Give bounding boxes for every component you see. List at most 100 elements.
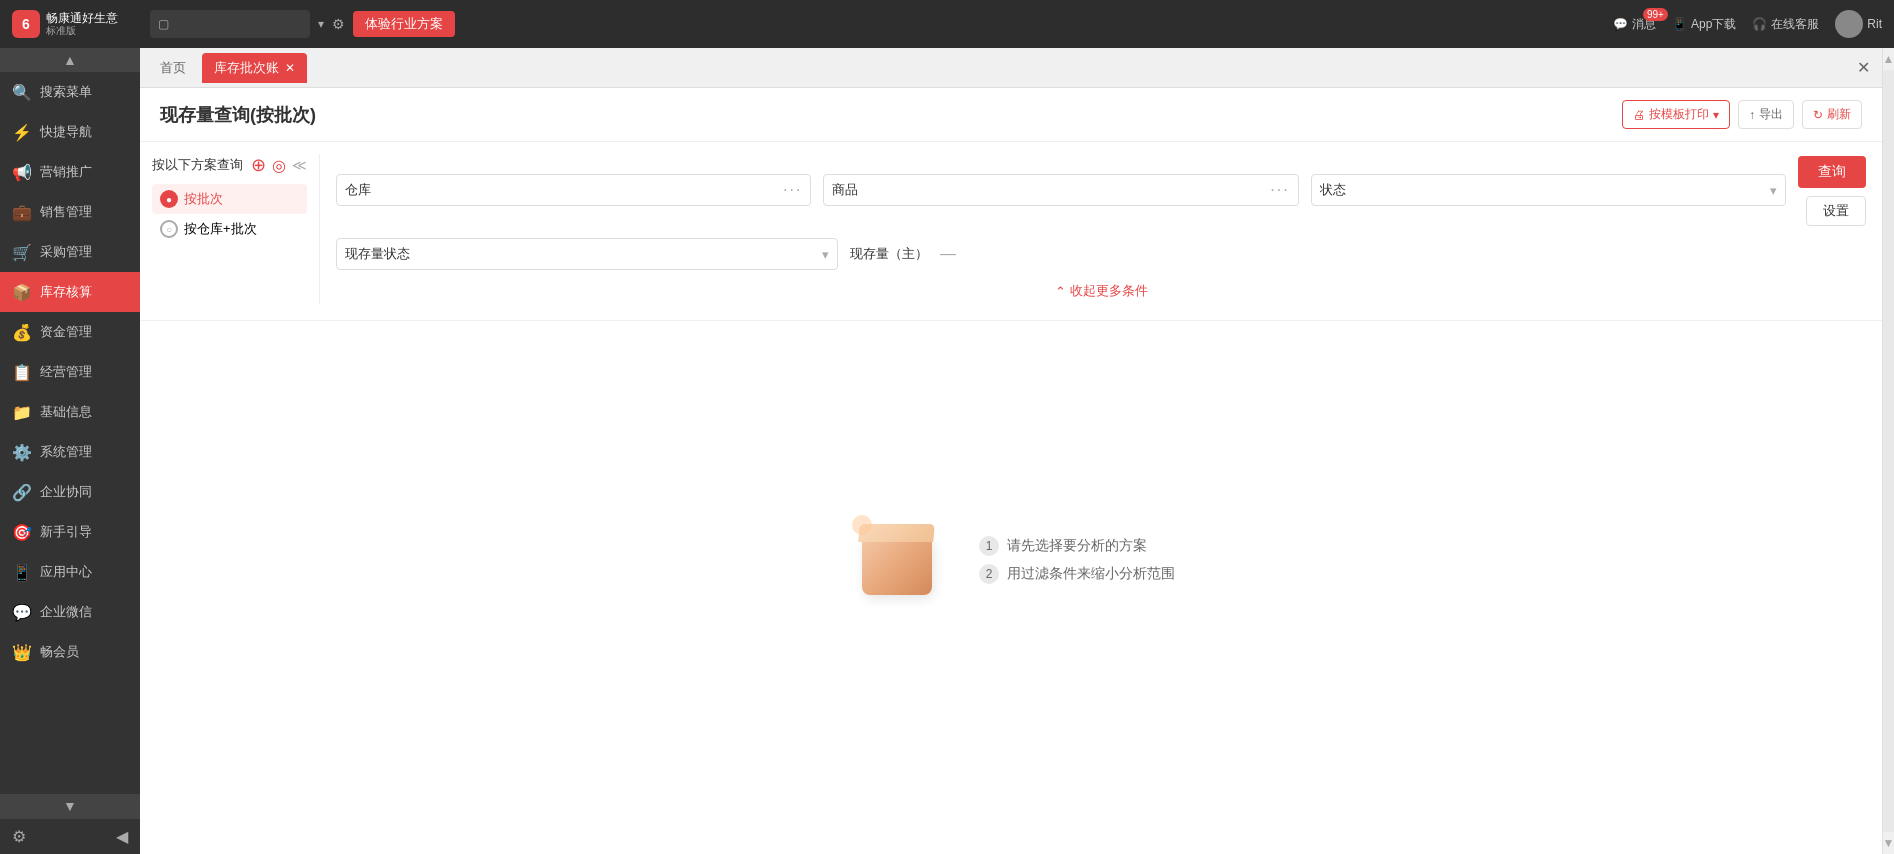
- online-service-btn[interactable]: 🎧 在线客服: [1752, 16, 1819, 33]
- collapse-label: 收起更多条件: [1070, 282, 1148, 300]
- scheme-add-btn[interactable]: ⊕: [251, 154, 266, 176]
- print-icon: 🖨: [1633, 108, 1645, 122]
- sidebar-item-system[interactable]: ⚙️ 系统管理: [0, 432, 140, 472]
- sidebar-item-sales[interactable]: 💼 销售管理: [0, 192, 140, 232]
- sidebar-item-purchase[interactable]: 🛒 采购管理: [0, 232, 140, 272]
- marketing-icon: 📢: [12, 162, 32, 182]
- sidebar-settings-icon[interactable]: ⚙: [12, 827, 26, 846]
- scrollbar-track[interactable]: [1883, 70, 1894, 832]
- vip-icon: 👑: [12, 642, 32, 662]
- filter-row-1: 仓库 ··· 商品 ··· 状态: [336, 154, 1866, 226]
- scheme-item-warehouse-batch[interactable]: ○ 按仓库+批次: [152, 214, 307, 244]
- empty-state: 1 请先选择要分析的方案 2 用过滤条件来缩小分析范围: [140, 325, 1882, 854]
- tab-bar-right: ✕: [1853, 54, 1874, 81]
- scheme-panel-header: 按以下方案查询 ⊕ ◎ ≪: [152, 154, 307, 176]
- empty-step-2-text: 用过滤条件来缩小分析范围: [1007, 565, 1175, 583]
- page-title: 现存量查询(按批次): [160, 103, 316, 127]
- user-name: Rit: [1867, 17, 1882, 31]
- wechat-icon: 💬: [12, 602, 32, 622]
- product-filter-group: 商品 ···: [823, 174, 1298, 206]
- sidebar-item-search[interactable]: 🔍 搜索菜单: [0, 72, 140, 112]
- sidebar-label-system: 系统管理: [40, 443, 92, 461]
- sidebar-item-marketing[interactable]: 📢 营销推广: [0, 152, 140, 192]
- logo-text: 畅康通好生意 标准版: [46, 11, 118, 37]
- sidebar-item-wechat[interactable]: 💬 企业微信: [0, 592, 140, 632]
- sidebar-item-inventory[interactable]: 📦 库存核算: [0, 272, 140, 312]
- empty-step-1-text: 请先选择要分析的方案: [1007, 537, 1147, 555]
- empty-box-body: [862, 535, 932, 595]
- edition-label: 标准版: [46, 25, 118, 37]
- experience-btn[interactable]: 体验行业方案: [353, 11, 455, 37]
- inventory-icon: 📦: [12, 282, 32, 302]
- tab-close-icon[interactable]: ✕: [285, 61, 295, 75]
- query-btn[interactable]: 查询: [1798, 156, 1866, 188]
- operations-icon: 📋: [12, 362, 32, 382]
- online-service-label: 在线客服: [1771, 16, 1819, 33]
- sidebar-label-inventory: 库存核算: [40, 283, 92, 301]
- messages-btn[interactable]: 💬 消息 99+: [1613, 16, 1656, 33]
- tab-bar: 首页 库存批次账 ✕ ✕: [140, 48, 1882, 88]
- sidebar-scroll-down[interactable]: ▼: [0, 794, 140, 818]
- step-num-2: 2: [979, 564, 999, 584]
- tab-home[interactable]: 首页: [148, 53, 198, 83]
- app-download-btn[interactable]: 📱 App下载: [1672, 16, 1736, 33]
- status-filter-group: 状态 ▾: [1311, 174, 1786, 206]
- scheme-dot-batch: ●: [160, 190, 178, 208]
- header-dropdown-arrow[interactable]: ▾: [318, 17, 324, 31]
- sidebar-item-newguide[interactable]: 🎯 新手引导: [0, 512, 140, 552]
- sidebar-label-finance: 资金管理: [40, 323, 92, 341]
- scheme-panel: 按以下方案查询 ⊕ ◎ ≪ ● 按批次 ○ 按仓库+批次: [140, 154, 320, 304]
- tab-bar-close-btn[interactable]: ✕: [1853, 54, 1874, 81]
- scheme-panel-title: 按以下方案查询: [152, 156, 243, 174]
- sidebar-item-operations[interactable]: 📋 经营管理: [0, 352, 140, 392]
- scrollbar-up-arrow[interactable]: ▲: [1879, 48, 1894, 70]
- sidebar-item-quicknav[interactable]: ⚡ 快捷导航: [0, 112, 140, 152]
- export-btn[interactable]: ↑ 导出: [1738, 100, 1794, 129]
- filter-collapse-row[interactable]: ⌃ 收起更多条件: [336, 278, 1866, 304]
- header-search-bar[interactable]: ▢: [150, 10, 310, 38]
- export-icon: ↑: [1749, 108, 1755, 122]
- service-icon: 🎧: [1752, 17, 1767, 31]
- sidebar-item-apps[interactable]: 📱 应用中心: [0, 552, 140, 592]
- sidebar-scroll-up[interactable]: ▲: [0, 48, 140, 72]
- print-btn[interactable]: 🖨 按模板打印 ▾: [1622, 100, 1730, 129]
- company-name: 畅康通好生意: [46, 11, 118, 25]
- right-scrollbar: ▲ ▼: [1882, 48, 1894, 854]
- sidebar-item-enterprise[interactable]: 🔗 企业协同: [0, 472, 140, 512]
- warehouse-input[interactable]: 仓库 ···: [336, 174, 811, 206]
- sidebar-item-vip[interactable]: 👑 畅会员: [0, 632, 140, 672]
- user-avatar[interactable]: Rit: [1835, 10, 1882, 38]
- scheme-dot-warehouse-batch: ○: [160, 220, 178, 238]
- filter-area: 仓库 ··· 商品 ··· 状态: [320, 154, 1882, 304]
- inventory-status-dropdown-icon: ▾: [822, 247, 829, 262]
- empty-box-sparkle: [852, 515, 872, 535]
- message-icon: 💬: [1613, 17, 1628, 31]
- scheme-setting-btn[interactable]: ◎: [272, 156, 286, 175]
- step-num-1: 1: [979, 536, 999, 556]
- sidebar: ▲ 🔍 搜索菜单 ⚡ 快捷导航 📢 营销推广 💼 销售管理 🛒 采购管理: [0, 48, 140, 854]
- sidebar-item-finance[interactable]: 💰 资金管理: [0, 312, 140, 352]
- page-header: 现存量查询(按批次) 🖨 按模板打印 ▾ ↑ 导出 ↻ 刷新: [140, 88, 1882, 142]
- refresh-label: 刷新: [1827, 106, 1851, 123]
- settings-btn[interactable]: 设置: [1806, 196, 1866, 226]
- sidebar-collapse-icon[interactable]: ◀: [116, 827, 128, 846]
- sidebar-label-wechat: 企业微信: [40, 603, 92, 621]
- page-content: 现存量查询(按批次) 🖨 按模板打印 ▾ ↑ 导出 ↻ 刷新: [140, 88, 1882, 854]
- inventory-status-select[interactable]: 现存量状态 ▾: [336, 238, 838, 270]
- sidebar-label-purchase: 采购管理: [40, 243, 92, 261]
- filter-section: 按以下方案查询 ⊕ ◎ ≪ ● 按批次 ○ 按仓库+批次: [140, 142, 1882, 316]
- product-input[interactable]: 商品 ···: [823, 174, 1298, 206]
- scheme-collapse-btn[interactable]: ≪: [292, 157, 307, 173]
- header-gear-icon[interactable]: ⚙: [332, 16, 345, 32]
- sidebar-label-newguide: 新手引导: [40, 523, 92, 541]
- status-select[interactable]: 状态 ▾: [1311, 174, 1786, 206]
- app-icon: 📱: [1672, 17, 1687, 31]
- logo-icon: 6: [12, 10, 40, 38]
- scheme-item-batch[interactable]: ● 按批次: [152, 184, 307, 214]
- scrollbar-down-arrow[interactable]: ▼: [1879, 832, 1894, 854]
- inventory-quantity-label: 现存量（主）: [850, 245, 928, 263]
- scheme-label-batch: 按批次: [184, 190, 223, 208]
- refresh-btn[interactable]: ↻ 刷新: [1802, 100, 1862, 129]
- tab-inventory-batch[interactable]: 库存批次账 ✕: [202, 53, 307, 83]
- sidebar-item-basic[interactable]: 📁 基础信息: [0, 392, 140, 432]
